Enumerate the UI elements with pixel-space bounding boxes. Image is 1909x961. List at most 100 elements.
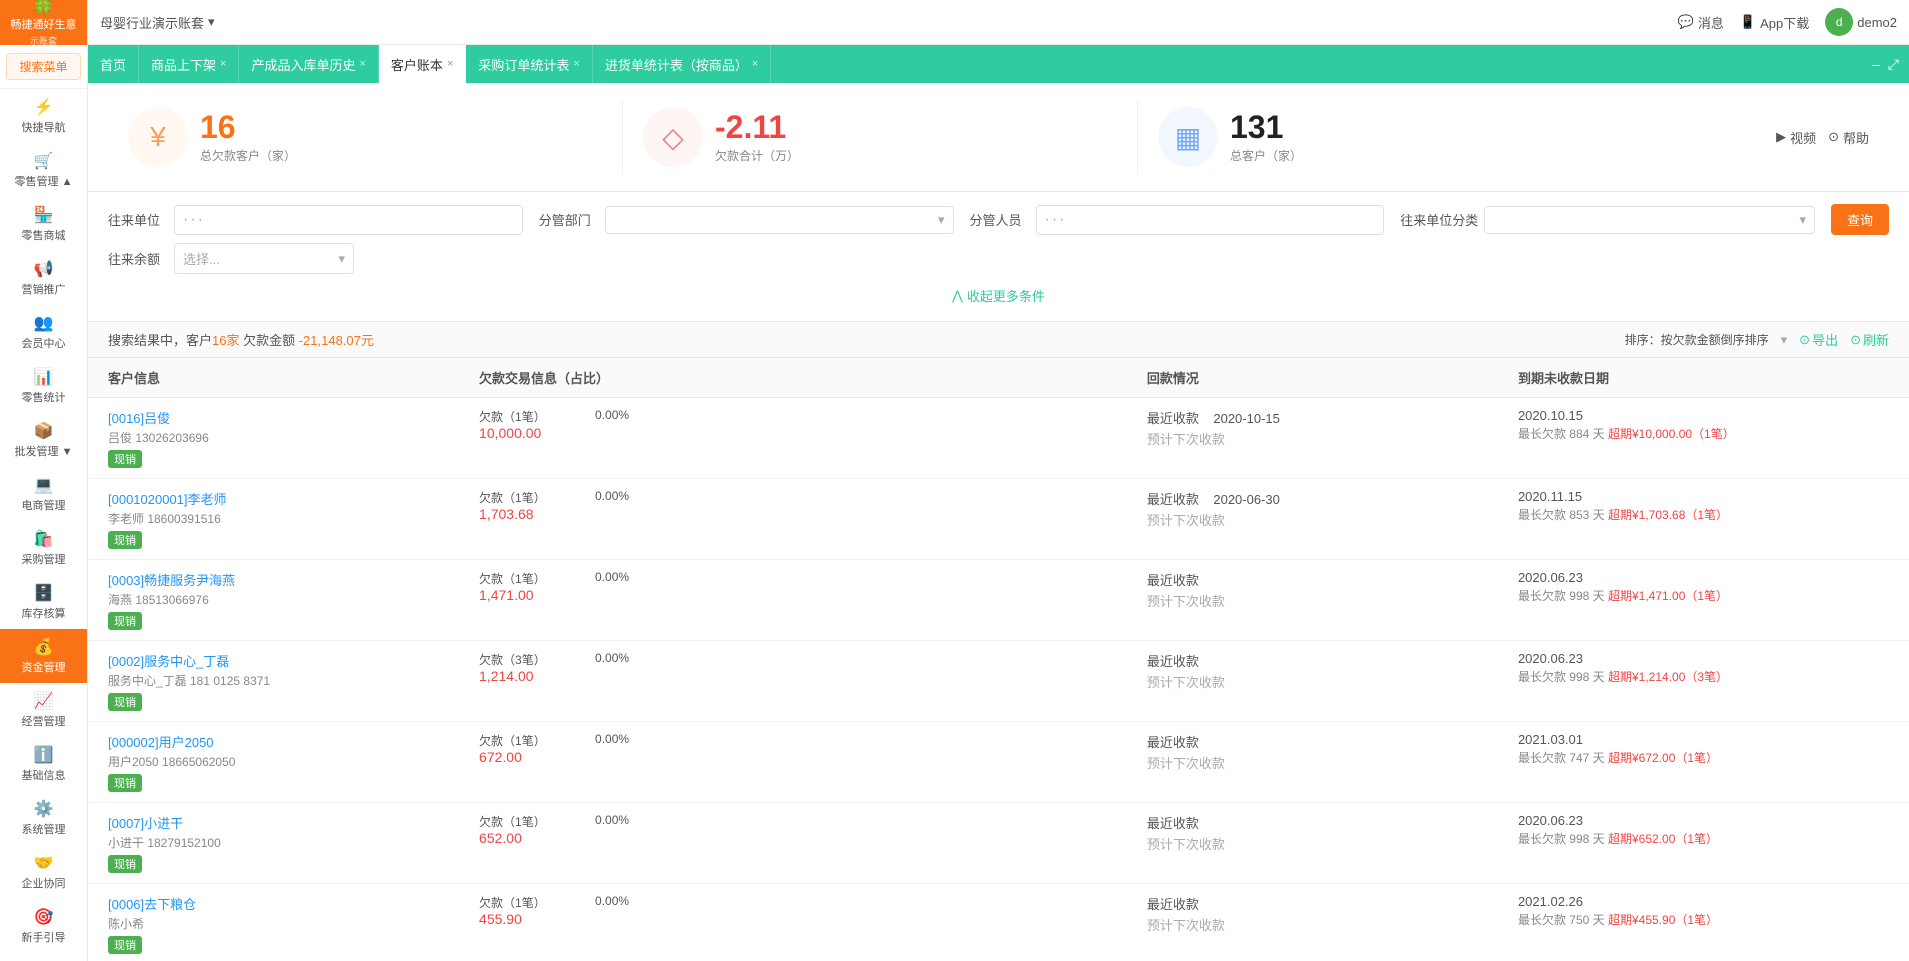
- top-header: 母婴行业演示账套 ▾ 💬 消息 📱 App下载 d demo2: [88, 0, 1909, 45]
- sidebar-item-yingxiao[interactable]: 📢 营销推广: [0, 251, 87, 305]
- sidebar-item-lingshoutongji[interactable]: 📊 零售统计: [0, 359, 87, 413]
- duedate-cell: 2020.10.15 最长欠款 884 天 超期¥10,000.00（1笔）: [1518, 408, 1889, 442]
- overdue-days: 最长欠款 750 天 超期¥455.90（1笔）: [1518, 911, 1889, 928]
- debt-info-cell: 欠款（1笔） 672.00 0.00%: [479, 732, 1147, 765]
- help-button[interactable]: ⊙ 帮助: [1828, 128, 1869, 147]
- sidebar-item-lingshoushangcheng[interactable]: 🏪 零售商城: [0, 197, 87, 251]
- search-button[interactable]: 查询: [1831, 204, 1889, 235]
- due-date: 2020.06.23: [1518, 813, 1889, 828]
- debt-amount: 1,214.00: [479, 668, 579, 684]
- last-payment: 最近收款: [1147, 651, 1518, 670]
- col-header-duedate: 到期未收款日期: [1518, 368, 1889, 387]
- refresh-icon: ⊙: [1850, 332, 1861, 348]
- recovery-cell: 最近收款 预计下次收款: [1147, 813, 1518, 853]
- tab-home[interactable]: 首页: [88, 45, 139, 83]
- message-label: 消息: [1698, 13, 1724, 32]
- customer-name-link[interactable]: [0003]畅捷服务尹海燕: [108, 573, 235, 588]
- app-download-button[interactable]: 📱 App下载: [1740, 13, 1809, 32]
- tab-customer-account-close[interactable]: ×: [447, 58, 453, 70]
- tab-purchase-product-stats[interactable]: 进货单统计表（按商品） ×: [593, 45, 771, 83]
- duedate-cell: 2020.06.23 最长欠款 998 天 超期¥1,214.00（3笔）: [1518, 651, 1889, 685]
- duedate-cell: 2020.06.23 最长欠款 998 天 超期¥1,471.00（1笔）: [1518, 570, 1889, 604]
- tab-purchase-stats-close[interactable]: ×: [573, 58, 579, 70]
- overdue-link[interactable]: 超期¥455.90（1笔）: [1608, 913, 1718, 927]
- sidebar-item-zijin[interactable]: 💰 资金管理: [0, 629, 87, 683]
- tab-purchase-product-stats-close[interactable]: ×: [752, 58, 758, 70]
- sidebar-item-kucun[interactable]: 🗄️ 库存核算: [0, 575, 87, 629]
- overdue-link[interactable]: 超期¥1,703.68（1笔）: [1608, 508, 1728, 522]
- sidebar-item-lingshou[interactable]: 🛒 零售管理 ▲: [0, 143, 87, 197]
- video-button[interactable]: ▶ 视频: [1776, 128, 1816, 147]
- category-filter-input[interactable]: ▾: [1484, 206, 1815, 234]
- tab-product-onoff-close[interactable]: ×: [220, 58, 226, 70]
- category-filter-label: 往来单位分类: [1400, 210, 1478, 229]
- sidebar-item-qiyexietong[interactable]: 🤝 企业协同: [0, 845, 87, 899]
- customer-tag: 现销: [108, 774, 142, 792]
- app-download-label: App下载: [1760, 13, 1809, 32]
- duedate-cell: 2021.03.01 最长欠款 747 天 超期¥672.00（1笔）: [1518, 732, 1889, 766]
- filter-row-1: 往来单位 ··· 分管部门 ▾ 分管人员: [108, 204, 1889, 235]
- customer-name-link[interactable]: [0006]去下粮仓: [108, 897, 196, 912]
- overdue-link[interactable]: 超期¥672.00（1笔）: [1608, 751, 1718, 765]
- tab-minimize-button[interactable]: –: [1870, 54, 1882, 74]
- debt-amount: 672.00: [479, 749, 579, 765]
- basic-info-label: 基础信息: [22, 767, 66, 783]
- customer-name-link[interactable]: [000002]用户2050: [108, 735, 214, 750]
- col-header-debt: 欠款交易信息（占比）: [479, 368, 1147, 387]
- results-bar: 搜索结果中，客户16家 欠款金额 -21,148.07元 排序：按欠款金额倒序排…: [88, 322, 1909, 358]
- tab-customer-account[interactable]: 客户账本 ×: [379, 45, 466, 83]
- overdue-link[interactable]: 超期¥652.00（1笔）: [1608, 832, 1718, 846]
- customer-info-cell: [0006]去下粮仓 陈小希 现销: [108, 894, 479, 954]
- stat-card-total-debt: ◇ -2.11 欠款合计（万）: [623, 99, 1138, 175]
- overdue-link[interactable]: 超期¥1,214.00（3笔）: [1608, 670, 1728, 684]
- export-button[interactable]: ⊙ 导出: [1799, 330, 1838, 349]
- sidebar-item-caigou[interactable]: 🛍️ 采购管理: [0, 521, 87, 575]
- recovery-cell: 最近收款 预计下次收款: [1147, 894, 1518, 934]
- member-label: 会员中心: [22, 335, 66, 351]
- overdue-link[interactable]: 超期¥1,471.00（1笔）: [1608, 589, 1728, 603]
- tab-maximize-button[interactable]: ⤢: [1886, 54, 1901, 75]
- customer-name-link[interactable]: [0016]吕俊: [108, 411, 170, 426]
- collapse-icon: ⋀: [952, 288, 963, 304]
- due-date: 2021.02.26: [1518, 894, 1889, 909]
- recovery-cell: 最近收款 2020-10-15 预计下次收款: [1147, 408, 1518, 448]
- tab-production-history[interactable]: 产成品入库单历史 ×: [239, 45, 378, 83]
- user-menu[interactable]: d demo2: [1825, 8, 1897, 36]
- message-button[interactable]: 💬 消息: [1678, 13, 1724, 32]
- overdue-link[interactable]: 超期¥10,000.00（1笔）: [1608, 427, 1735, 441]
- marketing-icon: 📢: [34, 259, 54, 279]
- sidebar-item-yingyong[interactable]: 📱 应用中心: [0, 953, 87, 961]
- customer-contact: 小进干 18279152100: [108, 834, 479, 851]
- sort-dropdown-icon: ▾: [1781, 332, 1788, 348]
- sidebar-item-dianshang[interactable]: 💻 电商管理: [0, 467, 87, 521]
- person-filter-input[interactable]: ···: [1036, 205, 1385, 235]
- customer-name-link[interactable]: [0007]小进干: [108, 816, 183, 831]
- tab-purchase-stats[interactable]: 采购订单统计表 ×: [466, 45, 592, 83]
- unit-filter-input[interactable]: ···: [174, 205, 523, 235]
- stat-label-customers: 总欠款客户（家）: [200, 147, 296, 164]
- refresh-button[interactable]: ⊙ 刷新: [1850, 330, 1889, 349]
- retail-mgmt-label: 零售管理 ▲: [15, 173, 73, 189]
- tab-production-history-close[interactable]: ×: [359, 58, 365, 70]
- stat-number-customers: 16: [200, 111, 296, 143]
- debt-amount: 455.90: [479, 911, 579, 927]
- sidebar-item-kuaijie[interactable]: ⚡ 快捷导航: [0, 89, 87, 143]
- sidebar-item-xitong[interactable]: ⚙️ 系统管理: [0, 791, 87, 845]
- customer-tag: 现销: [108, 531, 142, 549]
- debt-info-cell: 欠款（1笔） 1,703.68 0.00%: [479, 489, 1147, 522]
- search-menu-button[interactable]: 搜索菜单: [6, 53, 81, 80]
- company-select[interactable]: 母婴行业演示账套 ▾: [100, 13, 215, 32]
- debt-ratio: 0.00%: [595, 813, 629, 827]
- sidebar-item-pifa[interactable]: 📦 批发管理 ▼: [0, 413, 87, 467]
- balance-filter-input[interactable]: 选择... ▾: [174, 243, 354, 274]
- dept-filter-input[interactable]: ▾: [605, 206, 954, 234]
- customer-name-link[interactable]: [0001020001]李老师: [108, 492, 227, 507]
- sidebar-item-jichu[interactable]: ℹ️ 基础信息: [0, 737, 87, 791]
- customer-name-link[interactable]: [0002]服务中心_丁磊: [108, 654, 229, 669]
- overdue-days: 最长欠款 998 天 超期¥652.00（1笔）: [1518, 830, 1889, 847]
- collapse-filters-button[interactable]: ⋀ 收起更多条件: [108, 282, 1889, 309]
- tab-product-onoff[interactable]: 商品上下架 ×: [139, 45, 239, 83]
- sidebar-item-jingying[interactable]: 📈 经营管理: [0, 683, 87, 737]
- sidebar-item-xinshou[interactable]: 🎯 新手引导: [0, 899, 87, 953]
- sidebar-item-huiyuan[interactable]: 👥 会员中心: [0, 305, 87, 359]
